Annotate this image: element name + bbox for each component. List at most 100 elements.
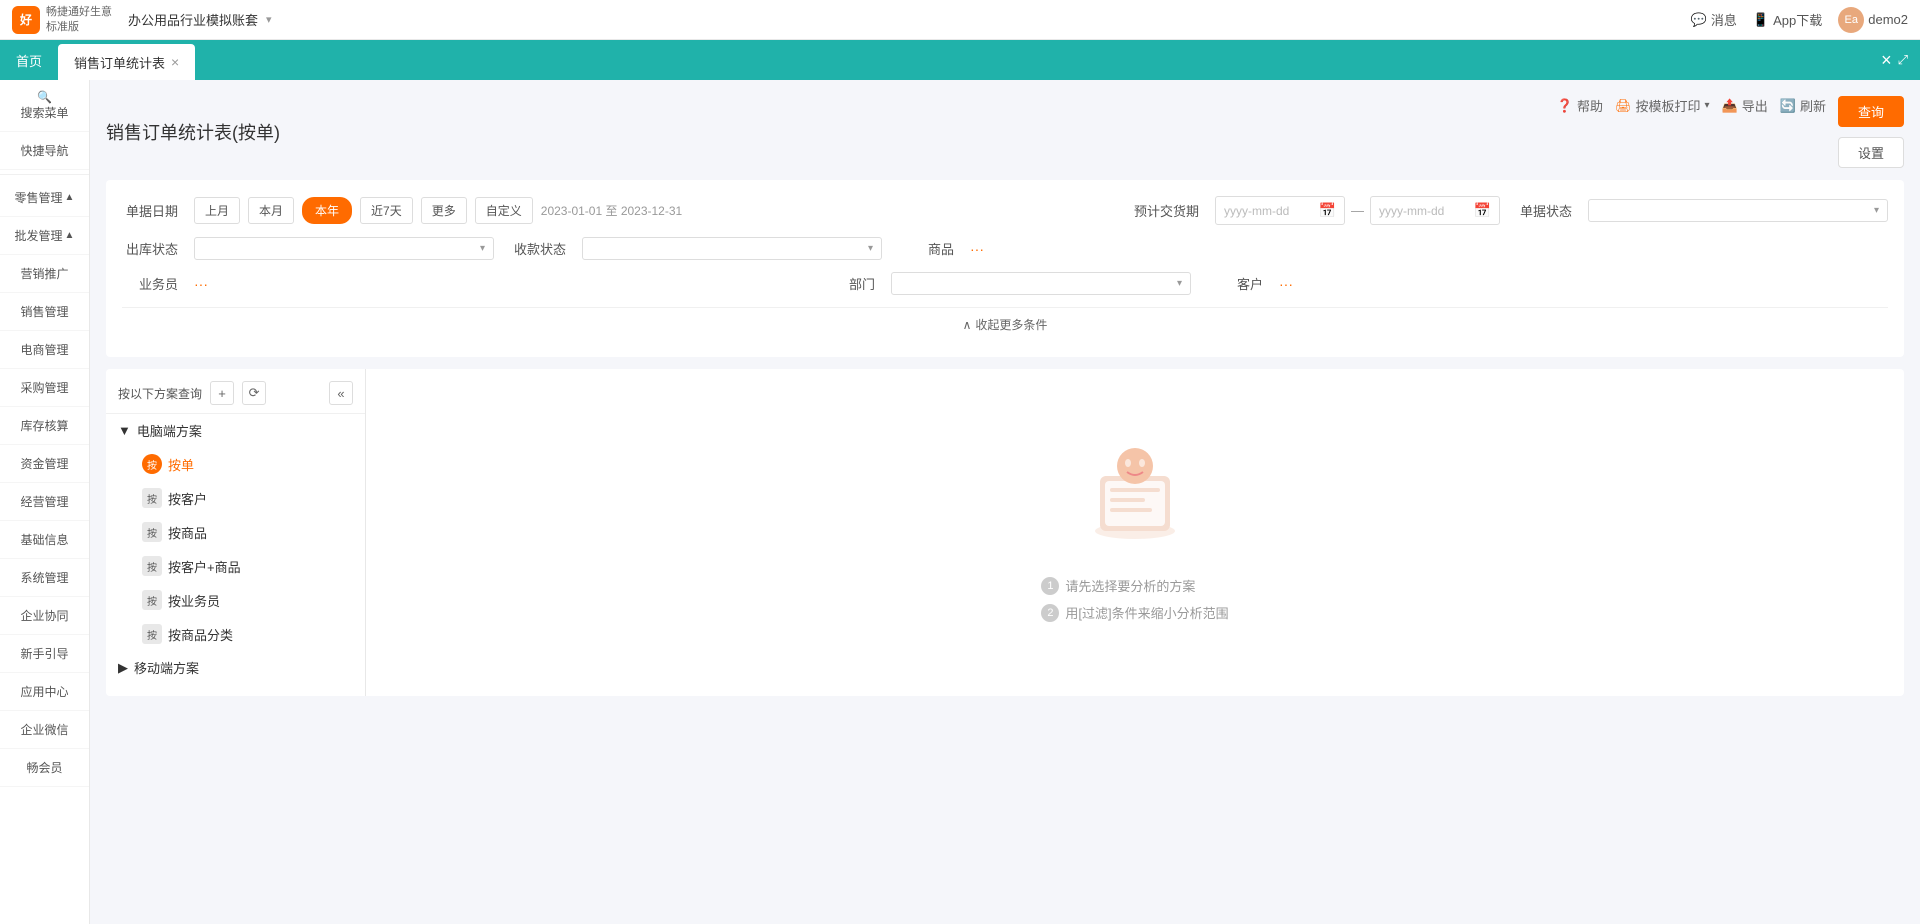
tree-child-nodes: 按 按单 按 按客户 按 按商品 按 按客户+商品	[106, 447, 365, 651]
date-btn-custom[interactable]: 自定义	[475, 197, 533, 224]
out-status-label: 出库状态	[122, 239, 178, 258]
main-area: 🔍 搜索菜单 快捷导航 零售管理 ▲ 批发管理 ▲ 营销推广 销售管理 电商管理…	[0, 80, 1920, 924]
salesman-more-icon[interactable]: ···	[194, 276, 208, 292]
tree-node-by-customer-product[interactable]: 按 按客户+商品	[130, 549, 365, 583]
by-product-icon: 按	[142, 522, 162, 542]
collapse-scheme-button[interactable]: «	[329, 381, 353, 405]
date-btn-more[interactable]: 更多	[421, 197, 467, 224]
page-title-bar: 销售订单统计表(按单) ❓ 帮助 🖨 按模板打印 ▾ 📤 导出	[106, 96, 1904, 168]
sidebar-item-enterprise[interactable]: 企业协同	[0, 597, 89, 635]
receipt-status-arrow: ▾	[868, 243, 873, 254]
calendar-start-icon: 📅	[1319, 202, 1336, 219]
customer-filter-label: 客户	[1207, 274, 1263, 293]
tree-node-by-category[interactable]: 按 按商品分类	[130, 617, 365, 651]
expected-date-start-input[interactable]: yyyy-mm-dd 📅	[1215, 196, 1345, 225]
app-download-button[interactable]: 📱 App下载	[1753, 10, 1822, 29]
sidebar-item-app-center[interactable]: 应用中心	[0, 673, 89, 711]
tree-node-computer-scheme: ▼ 电脑端方案	[106, 414, 365, 447]
tab-home[interactable]: 首页	[0, 40, 58, 80]
sidebar-item-purchase[interactable]: 采购管理	[0, 369, 89, 407]
sidebar-item-sales[interactable]: 销售管理	[0, 293, 89, 331]
mobile-scheme-expand[interactable]: ▶	[118, 660, 128, 676]
date-btn-7days[interactable]: 近7天	[360, 197, 413, 224]
refresh-button[interactable]: 🔄 刷新	[1780, 96, 1826, 115]
date-btn-last-month[interactable]: 上月	[194, 197, 240, 224]
workspace-title: 办公用品行业模拟账套	[128, 10, 258, 29]
print-dropdown-arrow[interactable]: ▾	[1705, 100, 1710, 111]
sidebar-item-system[interactable]: 系统管理	[0, 559, 89, 597]
department-label: 部门	[819, 274, 875, 293]
sidebar-item-newbie[interactable]: 新手引导	[0, 635, 89, 673]
sidebar-item-marketing[interactable]: 营销推广	[0, 255, 89, 293]
tip-num-1: 1	[1041, 577, 1059, 595]
expected-date-end-input[interactable]: yyyy-mm-dd 📅	[1370, 196, 1500, 225]
scheme-query-label: 按以下方案查询	[118, 385, 202, 402]
message-icon: 💬	[1691, 12, 1707, 28]
refresh-scheme-button[interactable]: ⟳	[242, 381, 266, 405]
export-button[interactable]: 📤 导出	[1722, 96, 1768, 115]
sidebar-item-operations[interactable]: 经营管理	[0, 483, 89, 521]
right-panel-empty: 1 请先选择要分析的方案 2 用[过滤]条件来缩小分析范围	[366, 369, 1904, 696]
top-bar-right: 💬 消息 📱 App下载 Ea demo2	[1691, 7, 1908, 33]
tree-node-by-customer[interactable]: 按 按客户	[130, 481, 365, 515]
date-separator: —	[1351, 203, 1364, 218]
sidebar-item-finance[interactable]: 资金管理	[0, 445, 89, 483]
tab-actions: × ⤢	[1881, 50, 1920, 71]
status-select-arrow: ▾	[1874, 205, 1879, 216]
tab-close-window-icon[interactable]: ×	[1881, 50, 1892, 71]
expected-date-inputs: yyyy-mm-dd 📅 — yyyy-mm-dd 📅	[1215, 196, 1500, 225]
sidebar-item-wechat[interactable]: 企业微信	[0, 711, 89, 749]
department-arrow: ▾	[1177, 278, 1182, 289]
left-panel-toolbar: 按以下方案查询 + ⟳ «	[106, 381, 365, 414]
by-order-icon: 按	[142, 454, 162, 474]
out-status-arrow: ▾	[480, 243, 485, 254]
collapse-filter-button[interactable]: ∧ 收起更多条件	[122, 307, 1888, 341]
department-select[interactable]: ▾	[891, 272, 1191, 295]
calendar-end-icon: 📅	[1474, 202, 1491, 219]
sidebar-item-retail[interactable]: 零售管理 ▲	[0, 179, 89, 217]
help-icon: ❓	[1557, 98, 1573, 114]
status-label: 单据状态	[1516, 201, 1572, 220]
out-status-select[interactable]: ▾	[194, 237, 494, 260]
sidebar-item-wholesale[interactable]: 批发管理 ▲	[0, 217, 89, 255]
avatar: Ea	[1838, 7, 1864, 33]
top-bar-left: 好 畅捷通好生意 标准版 办公用品行业模拟账套 ▾	[12, 5, 272, 34]
help-button[interactable]: ❓ 帮助	[1557, 96, 1603, 115]
sidebar: 🔍 搜索菜单 快捷导航 零售管理 ▲ 批发管理 ▲ 营销推广 销售管理 电商管理…	[0, 80, 90, 924]
tree-node-by-product[interactable]: 按 按商品	[130, 515, 365, 549]
action-buttons: ❓ 帮助 🖨 按模板打印 ▾ 📤 导出 🔄 刷新	[1557, 96, 1826, 115]
tab-sales-order-stats[interactable]: 销售订单统计表 ×	[58, 44, 195, 80]
status-select[interactable]: ▾	[1588, 199, 1888, 222]
sidebar-item-ecommerce[interactable]: 电商管理	[0, 331, 89, 369]
page-title: 销售订单统计表(按单)	[106, 119, 280, 145]
template-print-button[interactable]: 🖨 按模板打印 ▾	[1615, 96, 1710, 115]
product-more-icon[interactable]: ···	[970, 241, 984, 257]
workspace-dropdown-arrow[interactable]: ▾	[266, 13, 272, 26]
sidebar-item-member[interactable]: 畅会员	[0, 749, 89, 787]
sidebar-shortcut[interactable]: 快捷导航	[0, 132, 89, 170]
empty-illustration	[1075, 436, 1195, 556]
sidebar-search[interactable]: 🔍 搜索菜单	[0, 80, 89, 132]
add-scheme-button[interactable]: +	[210, 381, 234, 405]
tab-bar: 首页 销售订单统计表 × × ⤢	[0, 40, 1920, 80]
tab-close-icon[interactable]: ×	[171, 54, 179, 70]
salesman-filter-section: ···	[194, 276, 803, 292]
date-btn-this-year[interactable]: 本年	[302, 197, 352, 224]
sidebar-item-inventory[interactable]: 库存核算	[0, 407, 89, 445]
date-label: 单据日期	[122, 201, 178, 220]
filter-row-2: 出库状态 ▾ 收款状态 ▾ 商品 ···	[122, 237, 1888, 260]
receipt-status-select[interactable]: ▾	[582, 237, 882, 260]
filter-row-1: 单据日期 上月 本月 本年 近7天 更多 自定义 2023-01-01 至 20…	[122, 196, 1888, 225]
user-menu[interactable]: Ea demo2	[1838, 7, 1908, 33]
message-button[interactable]: 💬 消息	[1691, 10, 1737, 29]
query-button[interactable]: 查询	[1838, 96, 1904, 127]
computer-scheme-expand[interactable]: ▼	[118, 423, 131, 438]
tree-node-by-salesman[interactable]: 按 按业务员	[130, 583, 365, 617]
empty-tip-2: 2 用[过滤]条件来缩小分析范围	[1041, 603, 1228, 622]
tree-node-by-order[interactable]: 按 按单	[130, 447, 365, 481]
sidebar-item-basic-info[interactable]: 基础信息	[0, 521, 89, 559]
tab-maximize-icon[interactable]: ⤢	[1898, 52, 1908, 68]
date-btn-this-month[interactable]: 本月	[248, 197, 294, 224]
customer-more-icon[interactable]: ···	[1279, 276, 1293, 292]
settings-button[interactable]: 设置	[1838, 137, 1904, 168]
